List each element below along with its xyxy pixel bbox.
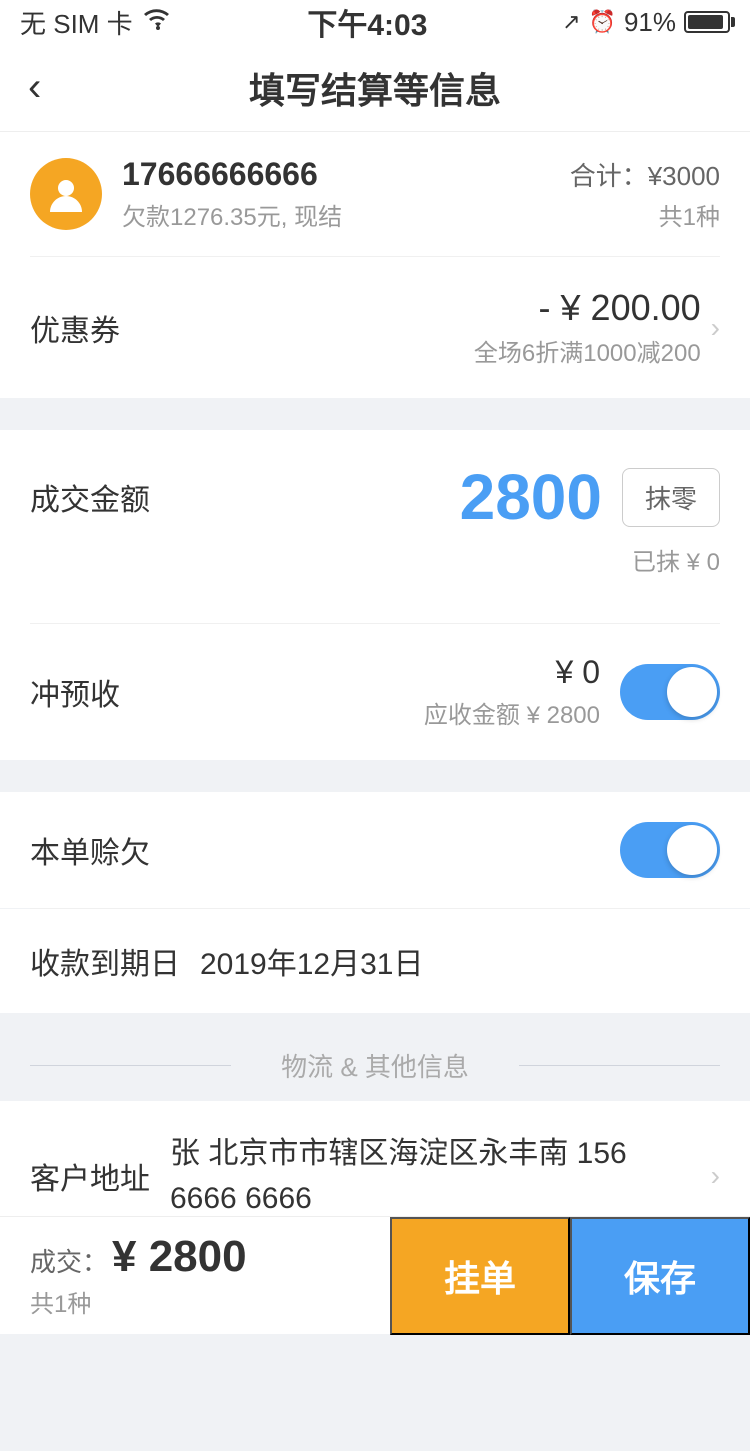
deal-amount-section: 成交金额 2800 抹零 已抹 ¥ 0 [0,430,750,607]
status-bar: 无 SIM 卡 下午4:03 ↗ ⏰ 91% [0,0,750,44]
section-gap-3 [0,1013,750,1029]
customer-phone: 17666666666 [122,156,342,193]
carrier-text: 无 SIM 卡 [20,4,133,41]
address-chevron-icon: › [711,1160,720,1192]
bottom-deal-count: 共1种 [30,1284,360,1319]
logistics-line-left [30,1065,231,1066]
section-gap-2 [0,776,750,792]
save-button[interactable]: 保存 [570,1217,750,1335]
status-time: 下午4:03 [307,0,427,44]
prepay-right: ¥ 0 应收金额 ¥ 2800 [424,654,720,730]
coupon-desc: 全场6折满1000减200 [474,333,701,368]
nav-bar: ‹ 填写结算等信息 [0,44,750,132]
customer-row: 17666666666 欠款1276.35元, 现结 合计：¥3000 共1种 [0,132,750,256]
battery-percent: 91% [624,7,676,38]
coupon-label: 优惠券 [30,306,120,350]
logistics-header: 物流 & 其他信息 [0,1029,750,1101]
customer-sub: 欠款1276.35元, 现结 [122,197,342,232]
prepay-label: 冲预收 [30,670,120,714]
own-debt-toggle[interactable] [620,822,720,878]
logistics-line-right [519,1065,720,1066]
status-right: ↗ ⏰ 91% [562,7,730,38]
deal-amount-value: 2800 [460,460,602,534]
prepay-row: 冲预收 ¥ 0 应收金额 ¥ 2800 [0,624,750,760]
deal-amount-card: 成交金额 2800 抹零 已抹 ¥ 0 冲预收 ¥ 0 应收金额 ¥ 2800 [0,430,750,760]
address-label: 客户地址 [30,1154,150,1198]
section-gap-1 [0,414,750,430]
bottom-bar: 成交： ¥ 2800 共1种 挂单 保存 [0,1216,750,1334]
hold-button[interactable]: 挂单 [390,1217,570,1335]
bottom-deal-amount: ¥ 2800 [112,1232,247,1282]
location-icon: ↗ [562,9,580,35]
logistics-label: 物流 & 其他信息 [281,1047,469,1084]
due-date-label: 收款到期日 [30,939,180,983]
already-rounded: 已抹 ¥ 0 [30,542,720,577]
alarm-icon: ⏰ [589,9,616,35]
wifi-icon [143,7,173,38]
coupon-right: - ¥ 200.00 全场6折满1000减200 › [474,287,720,368]
total-label: 合计：¥3000 [570,156,720,193]
own-debt-label: 本单赊欠 [30,828,150,872]
toggle-knob [667,667,717,717]
bottom-deal-row: 成交： ¥ 2800 [30,1232,360,1282]
prepay-toggle[interactable] [620,664,720,720]
due-date-value: 2019年12月31日 [200,939,423,983]
back-button[interactable]: ‹ [28,65,41,110]
customer-left: 17666666666 欠款1276.35元, 现结 [30,156,342,232]
coupon-amount: - ¥ 200.00 [474,287,701,329]
coupon-row[interactable]: 优惠券 - ¥ 200.00 全场6折满1000减200 › [0,257,750,398]
own-debt-toggle-knob [667,825,717,875]
customer-info: 17666666666 欠款1276.35元, 现结 [122,156,342,232]
total-count: 共1种 [570,197,720,232]
battery-icon [684,11,730,33]
avatar [30,158,102,230]
deal-row: 成交金额 2800 抹零 [30,460,720,534]
address-value: 张 北京市市辖区海淀区永丰南 156 6666 6666 [170,1131,701,1221]
prepay-amount: ¥ 0 [424,654,600,691]
prepay-sub: 应收金额 ¥ 2800 [424,695,600,730]
bottom-deal-label: 成交： [30,1242,108,1279]
status-left: 无 SIM 卡 [20,4,173,41]
bottom-summary: 成交： ¥ 2800 共1种 [0,1232,390,1319]
round-button[interactable]: 抹零 [622,468,720,527]
deal-right: 2800 抹零 [460,460,720,534]
page-title: 填写结算等信息 [249,62,501,114]
own-debt-row: 本单赊欠 [0,792,750,908]
deal-label: 成交金额 [30,475,150,519]
customer-total: 合计：¥3000 共1种 [570,156,720,232]
prepay-amount-block: ¥ 0 应收金额 ¥ 2800 [424,654,600,730]
due-date-row: 收款到期日 2019年12月31日 [0,909,750,1013]
customer-card: 17666666666 欠款1276.35元, 现结 合计：¥3000 共1种 … [0,132,750,398]
chevron-right-icon: › [711,312,720,344]
